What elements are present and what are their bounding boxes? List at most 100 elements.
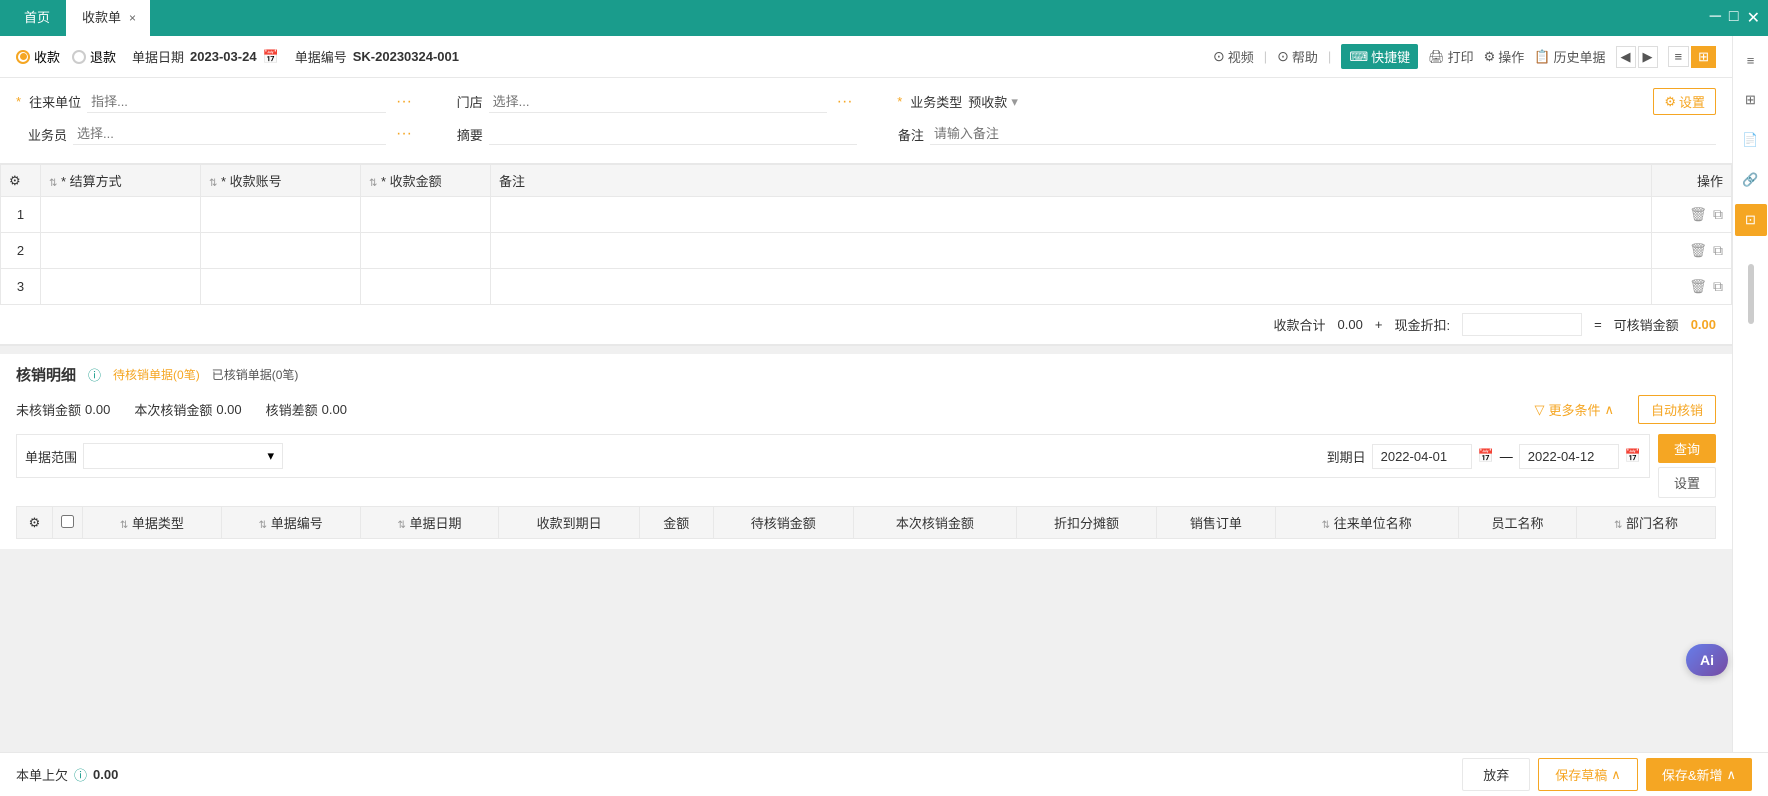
cell-settle-1[interactable] (41, 197, 201, 233)
date-field: 单据日期 2023-03-24 📅 (132, 47, 279, 66)
row-num-2: 2 (1, 233, 41, 269)
table-icon: ⊞ (1745, 92, 1756, 108)
row-copy-2[interactable]: ⧉ (1713, 242, 1723, 259)
partner-more-btn[interactable]: ··· (392, 93, 416, 111)
settings-btn[interactable]: ⚙ 设置 (1653, 88, 1716, 115)
tab-home[interactable]: 首页 (8, 0, 66, 36)
row-copy-1[interactable]: ⧉ (1713, 206, 1723, 223)
ai-badge[interactable]: Ai (1686, 644, 1728, 676)
store-input[interactable] (489, 91, 827, 113)
bt-col-amount: 金额 (639, 507, 713, 539)
print-btn[interactable]: 🖨 打印 (1428, 47, 1474, 66)
save-draft-btn[interactable]: 保存草稿 ∧ (1538, 758, 1638, 791)
cell-amount-3[interactable] (361, 269, 491, 305)
window-minimize-btn[interactable]: ─ (1710, 8, 1721, 28)
cell-note-3[interactable] (491, 269, 1652, 305)
right-panel-btn-5[interactable]: ⊡ (1735, 204, 1767, 236)
writeoff-table: ⚙ ⇅ 单据类型 ⇅ 单据编号 ⇅ 单据日期 收款到期日 金额 待核销金额 本次… (16, 506, 1716, 539)
view-form-btn[interactable]: ⊞ (1691, 46, 1716, 68)
action-btn[interactable]: ⚙ 操作 (1484, 47, 1525, 66)
pending-tab[interactable]: 待核销单据(0笔) (113, 366, 200, 383)
help-icon: ⊙ (1277, 48, 1289, 65)
row-delete-1[interactable]: 🗑 (1689, 206, 1707, 223)
bt-col-current: 本次核销金额 (854, 507, 1017, 539)
note-input[interactable] (930, 123, 1716, 145)
view-btns: ≡ ⊞ (1668, 46, 1717, 68)
query-btn[interactable]: 查询 (1658, 434, 1716, 463)
partner-input[interactable] (87, 91, 386, 113)
staff-input[interactable] (73, 123, 386, 145)
table-settings-col[interactable]: ⚙ (1, 165, 41, 197)
biz-type-select[interactable]: 预收款 ▾ (968, 92, 1018, 111)
bt-col-pending: 待核销金额 (713, 507, 853, 539)
select-all-checkbox[interactable] (61, 515, 74, 528)
cell-account-2[interactable] (201, 233, 361, 269)
settings-gear-icon: ⚙ (1664, 94, 1676, 110)
cell-amount-1[interactable] (361, 197, 491, 233)
col-note: 备注 (491, 165, 1652, 197)
cell-amount-2[interactable] (361, 233, 491, 269)
filter-icon: ▽ (1534, 402, 1544, 418)
doc-icon: 📄 (1742, 132, 1758, 148)
radio-receive[interactable]: 收款 (16, 47, 60, 66)
table-row: 1 🗑 ⧉ (1, 197, 1732, 233)
right-panel-btn-1[interactable]: ≡ (1735, 44, 1767, 76)
row-delete-2[interactable]: 🗑 (1689, 242, 1707, 259)
row-num-1: 1 (1, 197, 41, 233)
discount-input[interactable] (1462, 313, 1582, 336)
more-conditions-btn[interactable]: ▽ 更多条件 ∧ (1534, 400, 1614, 419)
window-maximize-btn[interactable]: □ (1729, 8, 1739, 28)
right-panel-btn-3[interactable]: 📄 (1735, 124, 1767, 156)
done-tab[interactable]: 已核销单据(0笔) (212, 366, 299, 383)
nav-prev-btn[interactable]: ◀ (1616, 46, 1636, 68)
summary-field: 摘要 (457, 123, 857, 145)
filter-settings-btn[interactable]: 设置 (1658, 467, 1716, 498)
date-picker-icon[interactable]: 📅 (263, 49, 279, 65)
tab-close-btn[interactable]: × (127, 0, 138, 38)
row-delete-3[interactable]: 🗑 (1689, 278, 1707, 295)
print-icon: 🖨 (1428, 49, 1445, 65)
cell-settle-3[interactable] (41, 269, 201, 305)
bt-col-dept: ⇅ 部门名称 (1577, 507, 1716, 539)
bt-col-checkbox[interactable] (53, 507, 83, 539)
history-btn[interactable]: 📋 历史单据 (1534, 47, 1605, 66)
range-select[interactable]: ▾ (83, 443, 283, 469)
store-more-btn[interactable]: ··· (833, 93, 857, 111)
video-btn[interactable]: ⊙ 视频 (1213, 47, 1254, 66)
date-from-input[interactable] (1372, 444, 1472, 469)
row-copy-3[interactable]: ⧉ (1713, 278, 1723, 295)
right-panel-btn-4[interactable]: 🔗 (1735, 164, 1767, 196)
save-new-btn[interactable]: 保存&新增 ∧ (1646, 758, 1752, 791)
writeoff-info-icon[interactable]: ⓘ (88, 365, 101, 384)
diff-stat: 核销差额 0.00 (266, 400, 347, 419)
footer-btns: 放弃 保存草稿 ∧ 保存&新增 ∧ (1462, 758, 1752, 791)
radio-receive-circle (16, 50, 30, 64)
radio-refund[interactable]: 退款 (72, 47, 116, 66)
tab-active[interactable]: 收款单 × (66, 0, 150, 36)
scrollbar-thumb[interactable] (1748, 264, 1754, 324)
date-calendar-icon[interactable]: 📅 (1478, 448, 1494, 464)
abandon-btn[interactable]: 放弃 (1462, 758, 1530, 791)
help-btn[interactable]: ⊙ 帮助 (1277, 47, 1318, 66)
view-list-btn[interactable]: ≡ (1668, 46, 1690, 67)
bt-col-settings[interactable]: ⚙ (17, 507, 53, 539)
summary-input[interactable] (489, 123, 857, 145)
link-icon: 🔗 (1742, 172, 1758, 188)
bt-col-partner: ⇅ 往来单位名称 (1275, 507, 1458, 539)
cell-settle-2[interactable] (41, 233, 201, 269)
shortcut-btn[interactable]: ⌨ 快捷键 (1341, 44, 1418, 69)
cell-account-1[interactable] (201, 197, 361, 233)
window-close-btn[interactable]: ✕ (1747, 8, 1760, 28)
bt-col-sales: 销售订单 (1157, 507, 1275, 539)
cell-note-2[interactable] (491, 233, 1652, 269)
toolbar-right: ⊙ 视频 | ⊙ 帮助 | ⌨ 快捷键 🖨 打印 ⚙ 操作 📋 (1213, 44, 1716, 69)
cell-note-1[interactable] (491, 197, 1652, 233)
nav-next-btn[interactable]: ▶ (1638, 46, 1658, 68)
date-calendar-icon2[interactable]: 📅 (1625, 448, 1641, 464)
date-to-input[interactable] (1519, 444, 1619, 469)
bt-col-no: ⇅ 单据编号 (221, 507, 360, 539)
auto-writeoff-btn[interactable]: 自动核销 (1638, 395, 1716, 424)
cell-account-3[interactable] (201, 269, 361, 305)
right-panel-btn-2[interactable]: ⊞ (1735, 84, 1767, 116)
staff-more-btn[interactable]: ··· (392, 125, 416, 143)
